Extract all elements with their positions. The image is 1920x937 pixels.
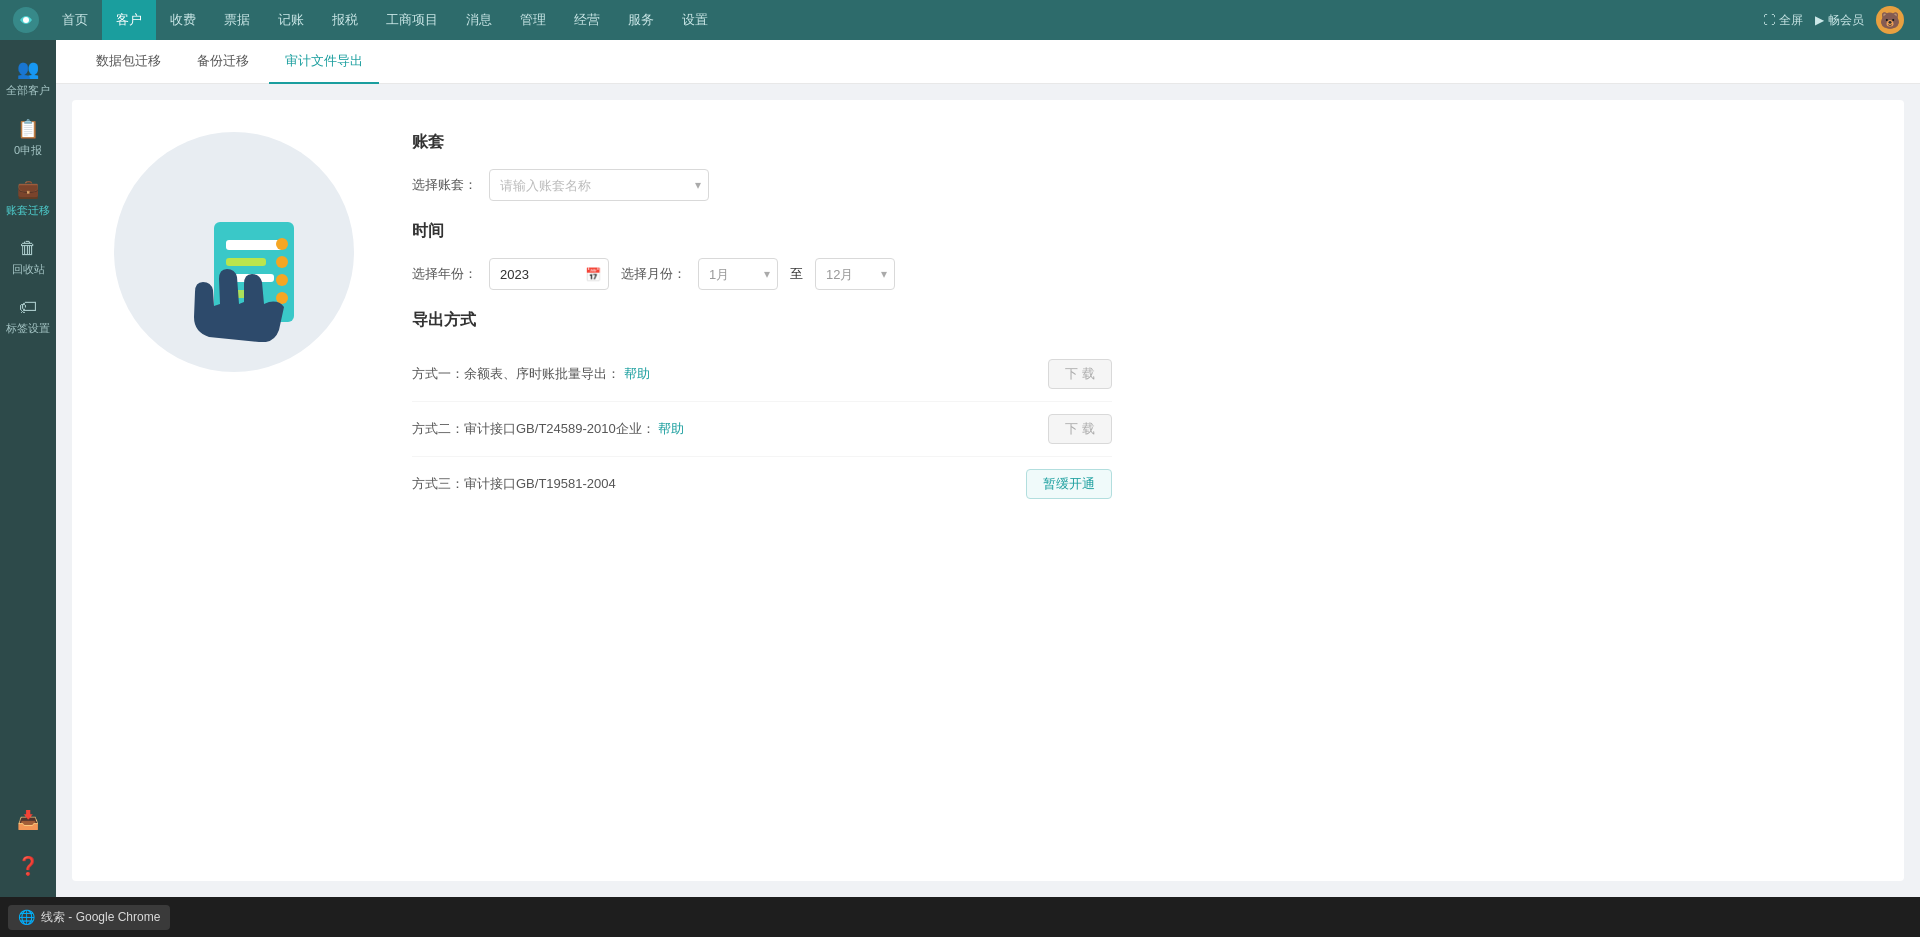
year-label: 选择年份： [412,265,477,283]
vip-label: 畅会员 [1828,12,1864,29]
fullscreen-button[interactable]: ⛶ 全屏 [1763,12,1803,29]
method-2-text: 方式二：审计接口GB/T24589-2010企业： 帮助 [412,420,684,438]
download-icon[interactable]: 📥 [9,801,47,839]
main-layout: 👥 全部客户 📋 0申报 💼 账套迁移 🗑 回收站 🏷 标签设置 📥 ❓ 数据包… [0,40,1920,897]
avatar[interactable]: 🐻 [1876,6,1904,34]
method-1-label: 方式一：余额表、序时账批量导出： [412,366,620,381]
time-title: 时间 [412,221,1112,242]
nav-items: 首页 客户 收费 票据 记账 报税 工商项目 消息 管理 经营 服务 设置 [48,0,1763,40]
nav-manage[interactable]: 管理 [506,0,560,40]
sidebar-item-label: 账套迁移 [6,203,50,218]
method-2-label: 方式二：审计接口GB/T24589-2010企业： [412,421,655,436]
sidebar: 👥 全部客户 📋 0申报 💼 账套迁移 🗑 回收站 🏷 标签设置 📥 ❓ [0,40,56,897]
nav-tax[interactable]: 报税 [318,0,372,40]
sidebar-item-all-clients[interactable]: 👥 全部客户 [0,48,56,108]
year-input-wrapper: 📅 [489,258,609,290]
sidebar-item-account-migrate[interactable]: 💼 账套迁移 [0,168,56,228]
export-method-3: 方式三：审计接口GB/T19581-2004 暂缓开通 [412,457,1112,511]
illustration-svg [154,162,314,342]
taskbar-chrome-item[interactable]: 🌐 线索 - Google Chrome [8,905,170,930]
accountset-title: 账套 [412,132,1112,153]
method-2-help-link[interactable]: 帮助 [658,421,684,436]
export-method-1: 方式一：余额表、序时账批量导出： 帮助 下 载 [412,347,1112,402]
method-3-text: 方式三：审计接口GB/T19581-2004 [412,475,616,493]
accountset-select-wrapper: 请输入账套名称 [489,169,709,201]
chrome-icon: 🌐 [18,909,35,925]
svg-point-9 [276,274,288,286]
top-nav-right: ⛶ 全屏 ▶ 畅会员 🐻 [1763,6,1920,34]
export-method-2: 方式二：审计接口GB/T24589-2010企业： 帮助 下 载 [412,402,1112,457]
time-row: 选择年份： 📅 选择月份： 1月2月3月4月 5月6月7月8月 9月10月11月… [412,258,1112,290]
sidebar-item-label: 0申报 [14,143,42,158]
nav-settings[interactable]: 设置 [668,0,722,40]
method-3-pending-button[interactable]: 暂缓开通 [1026,469,1112,499]
app-logo [8,2,44,38]
accountset-section: 账套 选择账套： 请输入账套名称 [412,132,1112,201]
declare-icon: 📋 [17,118,39,140]
month-end-wrapper: 1月2月3月4月 5月6月7月8月 9月10月11月12月 [815,258,895,290]
help-icon[interactable]: ❓ [9,847,47,885]
sidebar-bottom: 📥 ❓ [9,801,47,897]
nav-client[interactable]: 客户 [102,0,156,40]
vip-button[interactable]: ▶ 畅会员 [1815,12,1864,29]
svg-rect-4 [226,258,266,266]
accountset-label: 选择账套： [412,176,477,194]
svg-rect-3 [226,240,282,250]
illustration-area [104,132,364,372]
tab-bar: 数据包迁移 备份迁移 审计文件导出 [56,40,1920,84]
month-end-select[interactable]: 1月2月3月4月 5月6月7月8月 9月10月11月12月 [815,258,895,290]
accountset-select[interactable]: 请输入账套名称 [489,169,709,201]
sidebar-item-label: 全部客户 [6,83,50,98]
nav-home[interactable]: 首页 [48,0,102,40]
nav-service[interactable]: 服务 [614,0,668,40]
sidebar-item-label: 标签设置 [6,321,50,336]
fullscreen-label: 全屏 [1779,12,1803,29]
method-1-text: 方式一：余额表、序时账批量导出： 帮助 [412,365,650,383]
method-1-download-button[interactable]: 下 载 [1048,359,1112,389]
sidebar-item-zero-declare[interactable]: 📋 0申报 [0,108,56,168]
illustration-circle [114,132,354,372]
svg-point-10 [276,292,288,304]
nav-bookkeep[interactable]: 记账 [264,0,318,40]
export-mode-section: 导出方式 方式一：余额表、序时账批量导出： 帮助 下 载 方式二：审计接口GB/… [412,310,1112,511]
tab-data-migrate[interactable]: 数据包迁移 [80,40,177,84]
accountset-row: 选择账套： 请输入账套名称 [412,169,1112,201]
migrate-icon: 💼 [17,178,39,200]
tab-audit-export[interactable]: 审计文件导出 [269,40,379,84]
sidebar-item-recycle[interactable]: 🗑 回收站 [0,228,56,287]
nav-business[interactable]: 工商项目 [372,0,452,40]
recycle-icon: 🗑 [19,238,37,259]
taskbar: 🌐 线索 - Google Chrome [0,897,1920,937]
method-1-help-link[interactable]: 帮助 [624,366,650,381]
year-input[interactable] [489,258,609,290]
svg-point-8 [276,256,288,268]
method-2-download-button[interactable]: 下 载 [1048,414,1112,444]
month-label: 选择月份： [621,265,686,283]
month-start-select[interactable]: 1月2月3月4月 5月6月7月8月 9月10月11月12月 [698,258,778,290]
nav-message[interactable]: 消息 [452,0,506,40]
tab-backup-migrate[interactable]: 备份迁移 [181,40,265,84]
nav-operation[interactable]: 经营 [560,0,614,40]
month-start-wrapper: 1月2月3月4月 5月6月7月8月 9月10月11月12月 [698,258,778,290]
time-section: 时间 选择年份： 📅 选择月份： 1月2月3月4月 5月6月7月8月 [412,221,1112,290]
main-content: 账套 选择账套： 请输入账套名称 时间 选择年 [72,100,1904,881]
fullscreen-icon: ⛶ [1763,13,1775,27]
content-area: 数据包迁移 备份迁移 审计文件导出 [56,40,1920,897]
svg-point-1 [23,17,29,23]
nav-fee[interactable]: 收费 [156,0,210,40]
sidebar-item-label: 回收站 [12,262,45,277]
people-icon: 👥 [17,58,39,80]
time-separator: 至 [790,265,803,283]
nav-invoice[interactable]: 票据 [210,0,264,40]
form-area: 账套 选择账套： 请输入账套名称 时间 选择年 [412,132,1112,511]
vip-icon: ▶ [1815,13,1824,27]
export-mode-title: 导出方式 [412,310,1112,331]
sidebar-item-tag-settings[interactable]: 🏷 标签设置 [0,287,56,346]
tag-icon: 🏷 [19,297,37,318]
top-nav: 首页 客户 收费 票据 记账 报税 工商项目 消息 管理 经营 服务 设置 ⛶ … [0,0,1920,40]
svg-point-7 [276,238,288,250]
taskbar-item-label: 线索 - Google Chrome [41,909,160,926]
method-3-label: 方式三：审计接口GB/T19581-2004 [412,476,616,491]
